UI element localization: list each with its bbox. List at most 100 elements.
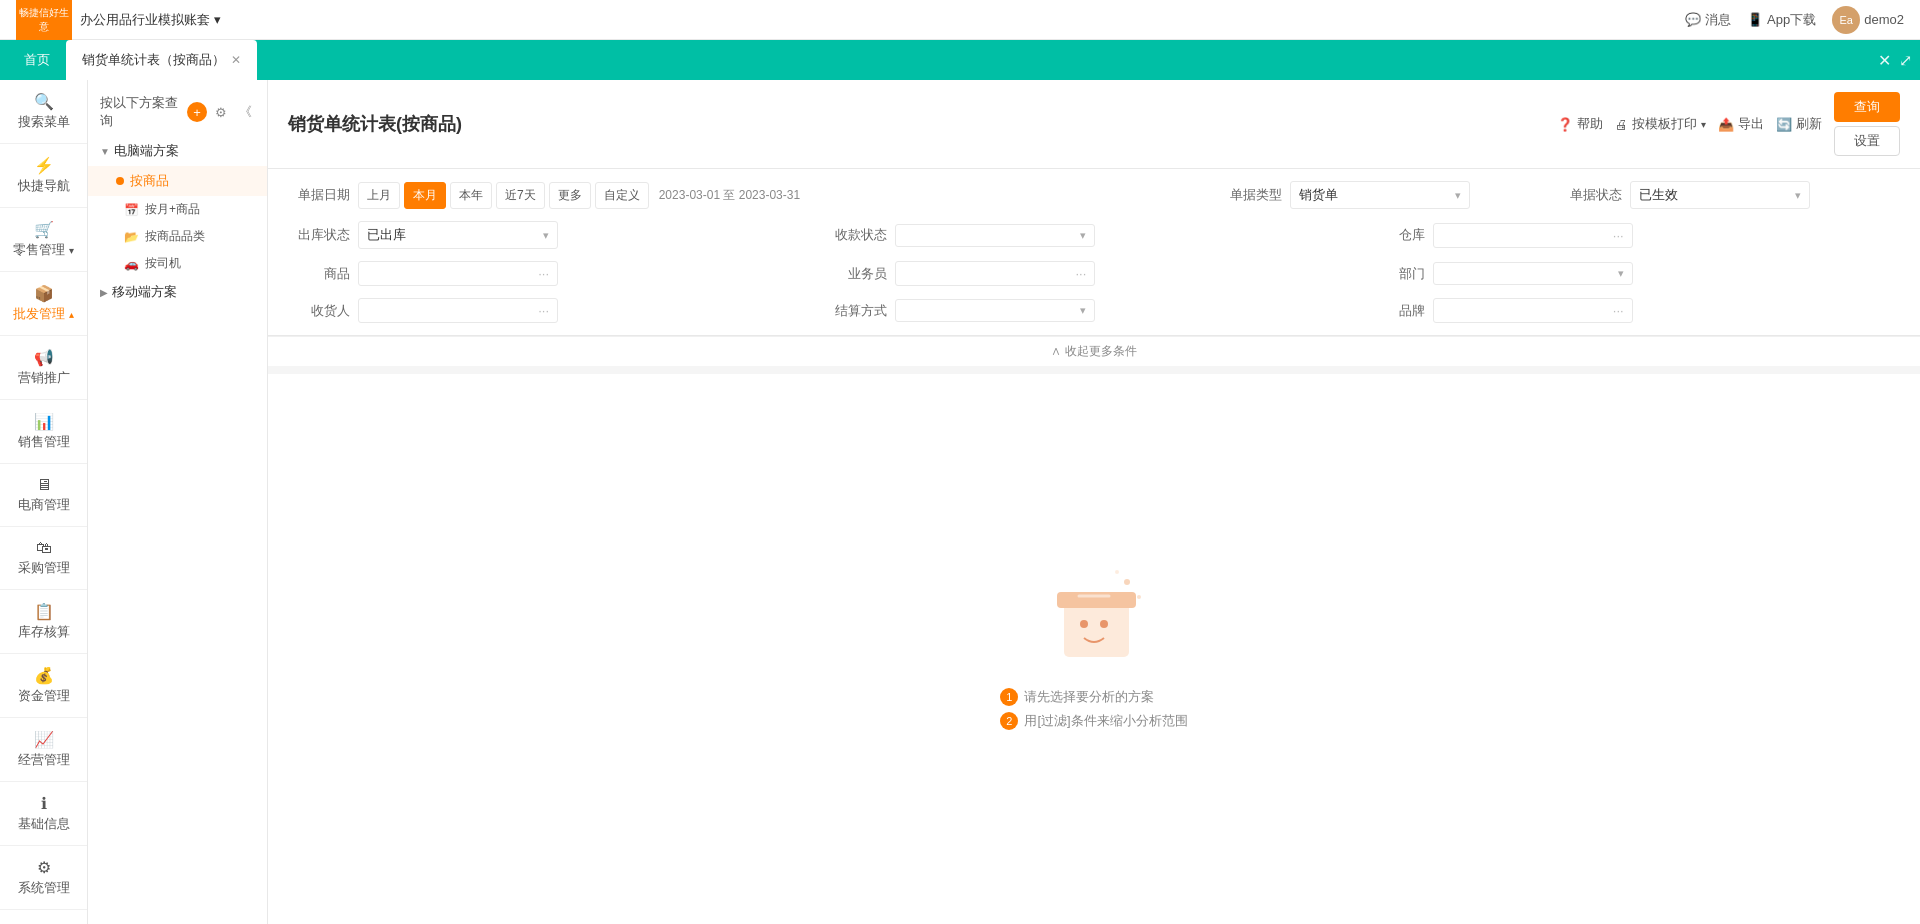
filter-doc-status: 单据状态 已生效 ▾ bbox=[1560, 181, 1900, 209]
date-btn-more[interactable]: 更多 bbox=[549, 182, 591, 209]
product-select[interactable]: ··· bbox=[358, 261, 558, 286]
scheme-item-by-category[interactable]: 📂 按商品品类 bbox=[88, 223, 267, 250]
window-actions: ✕ ⤢ bbox=[1878, 51, 1912, 70]
doc-status-select[interactable]: 已生效 ▾ bbox=[1630, 181, 1810, 209]
sidebar: 🔍 搜索菜单 ⚡ 快捷导航 🛒 零售管理 ▾ 📦 批发管理 ▴ 📢 营销推广 📊… bbox=[0, 80, 88, 924]
date-btn-this-year[interactable]: 本年 bbox=[450, 182, 492, 209]
sidebar-item-enterprise[interactable]: 🤝 企业协同 bbox=[0, 910, 87, 924]
scheme-group-mobile-title[interactable]: ▶ 移动端方案 bbox=[88, 277, 267, 307]
collection-arrow: ▾ bbox=[1080, 229, 1086, 242]
date-btn-last-month[interactable]: 上月 bbox=[358, 182, 400, 209]
filter-consignee: 收货人 ··· bbox=[288, 298, 825, 323]
payment-arrow: ▾ bbox=[1080, 304, 1086, 317]
salesperson-select[interactable]: ··· bbox=[895, 261, 1095, 286]
industry-arrow: ▾ bbox=[214, 12, 221, 27]
finance-icon: 💰 bbox=[0, 666, 87, 685]
svg-point-5 bbox=[1124, 579, 1130, 585]
tab-home[interactable]: 首页 bbox=[8, 40, 66, 80]
window-close-icon[interactable]: ✕ bbox=[1878, 51, 1891, 70]
topbar-right: 💬 消息 📱 App下载 Ea demo2 bbox=[1685, 6, 1904, 34]
sidebar-item-sales[interactable]: 📊 销售管理 bbox=[0, 400, 87, 464]
sidebar-item-label-system: 系统管理 bbox=[18, 880, 70, 895]
empty-illustration bbox=[1029, 562, 1159, 672]
brand-select[interactable]: ··· bbox=[1433, 298, 1633, 323]
date-btn-this-month[interactable]: 本月 bbox=[404, 182, 446, 209]
refresh-label: 刷新 bbox=[1796, 115, 1822, 133]
doc-status-arrow: ▾ bbox=[1795, 189, 1801, 202]
sidebar-item-label-sales: 销售管理 bbox=[18, 434, 70, 449]
sidebar-item-system[interactable]: ⚙ 系统管理 bbox=[0, 846, 87, 910]
retail-icon: 🛒 bbox=[0, 220, 87, 239]
filter-row-4: 收货人 ··· 结算方式 ▾ 品牌 bbox=[288, 298, 1900, 323]
sidebar-item-finance[interactable]: 💰 资金管理 bbox=[0, 654, 87, 718]
sidebar-item-quick-nav[interactable]: ⚡ 快捷导航 bbox=[0, 144, 87, 208]
sidebar-item-basic-info[interactable]: ℹ 基础信息 bbox=[0, 782, 87, 846]
date-btn-7days[interactable]: 近7天 bbox=[496, 182, 545, 209]
empty-step-1: 1 请先选择要分析的方案 bbox=[1000, 688, 1187, 706]
settings-button[interactable]: 设置 bbox=[1834, 126, 1900, 156]
collection-label: 收款状态 bbox=[825, 226, 895, 244]
template-print-btn[interactable]: 🖨 按模板打印 ▾ bbox=[1615, 115, 1706, 133]
username: demo2 bbox=[1864, 12, 1904, 27]
scheme-item-by-driver[interactable]: 🚗 按司机 bbox=[88, 250, 267, 277]
scheme-group-pc-title[interactable]: ▼ 电脑端方案 bbox=[88, 136, 267, 166]
out-status-label: 出库状态 bbox=[288, 226, 358, 244]
filter-brand: 品牌 ··· bbox=[1363, 298, 1900, 323]
scheme-item-by-product[interactable]: 按商品 bbox=[88, 166, 267, 196]
filter-payment: 结算方式 ▾ bbox=[825, 299, 1362, 322]
sidebar-item-search-menu[interactable]: 🔍 搜索菜单 bbox=[0, 80, 87, 144]
sidebar-item-retail[interactable]: 🛒 零售管理 ▾ bbox=[0, 208, 87, 272]
sidebar-item-label-inventory: 库存核算 bbox=[18, 624, 70, 639]
department-select[interactable]: ▾ bbox=[1433, 262, 1633, 285]
out-status-select[interactable]: 已出库 ▾ bbox=[358, 221, 558, 249]
filter-row-3: 商品 ··· 业务员 ··· 部门 bbox=[288, 261, 1900, 286]
filter-doc-type: 单据类型 销货单 ▾ bbox=[1220, 181, 1560, 209]
svg-rect-1 bbox=[1057, 592, 1136, 608]
avatar: Ea bbox=[1832, 6, 1860, 34]
sidebar-item-wholesale[interactable]: 📦 批发管理 ▴ bbox=[0, 272, 87, 336]
window-expand-icon[interactable]: ⤢ bbox=[1899, 51, 1912, 70]
scheme-settings-btn[interactable]: ⚙ bbox=[211, 102, 231, 122]
sidebar-item-marketing[interactable]: 📢 营销推广 bbox=[0, 336, 87, 400]
message-btn[interactable]: 💬 消息 bbox=[1685, 11, 1731, 29]
scheme-collapse-btn[interactable]: 《 bbox=[235, 102, 255, 122]
date-btn-custom[interactable]: 自定义 bbox=[595, 182, 649, 209]
doc-type-select[interactable]: 销货单 ▾ bbox=[1290, 181, 1470, 209]
query-button[interactable]: 查询 bbox=[1834, 92, 1900, 122]
sidebar-item-operations[interactable]: 📈 经营管理 bbox=[0, 718, 87, 782]
app-download-btn[interactable]: 📱 App下载 bbox=[1747, 11, 1816, 29]
refresh-btn[interactable]: 🔄 刷新 bbox=[1776, 115, 1822, 133]
brand-dots: ··· bbox=[1613, 303, 1624, 318]
step-2-num: 2 bbox=[1000, 712, 1018, 730]
pc-group-label: 电脑端方案 bbox=[114, 142, 179, 160]
sidebar-item-purchase[interactable]: 🛍 采购管理 bbox=[0, 527, 87, 590]
scheme-add-btn[interactable]: + bbox=[187, 102, 207, 122]
consignee-select[interactable]: ··· bbox=[358, 298, 558, 323]
inventory-icon: 📋 bbox=[0, 602, 87, 621]
tab-close-icon[interactable]: ✕ bbox=[231, 53, 241, 67]
collection-select[interactable]: ▾ bbox=[895, 224, 1095, 247]
department-arrow: ▾ bbox=[1618, 267, 1624, 280]
sidebar-item-ecommerce[interactable]: 🖥 电商管理 bbox=[0, 464, 87, 527]
tab-sales-stat[interactable]: 销货单统计表（按商品） ✕ bbox=[66, 40, 257, 80]
help-btn[interactable]: ❓ 帮助 bbox=[1557, 115, 1603, 133]
warehouse-select[interactable]: ··· bbox=[1433, 223, 1633, 248]
wholesale-icon: 📦 bbox=[0, 284, 87, 303]
date-label: 单据日期 bbox=[288, 186, 358, 204]
collapse-bar[interactable]: ∧ 收起更多条件 bbox=[268, 336, 1920, 366]
sidebar-item-label-basic: 基础信息 bbox=[18, 816, 70, 831]
export-label: 导出 bbox=[1738, 115, 1764, 133]
scheme-item-by-month-product[interactable]: 📅 按月+商品 bbox=[88, 196, 267, 223]
sidebar-item-inventory[interactable]: 📋 库存核算 bbox=[0, 590, 87, 654]
retail-arrow: ▾ bbox=[69, 245, 74, 256]
doc-type-value: 销货单 bbox=[1299, 186, 1455, 204]
basic-info-icon: ℹ bbox=[0, 794, 87, 813]
payment-select[interactable]: ▾ bbox=[895, 299, 1095, 322]
export-btn[interactable]: 📤 导出 bbox=[1718, 115, 1764, 133]
scheme-panel-title: 按以下方案查询 bbox=[100, 94, 187, 130]
industry-selector[interactable]: 办公用品行业模拟账套 ▾ bbox=[80, 11, 221, 29]
scheme-group-pc: ▼ 电脑端方案 按商品 📅 按月+商品 📂 按商品品类 🚗 按司机 bbox=[88, 136, 267, 277]
svg-point-3 bbox=[1100, 620, 1108, 628]
user-profile[interactable]: Ea demo2 bbox=[1832, 6, 1904, 34]
app-download-label: App下载 bbox=[1767, 11, 1816, 29]
